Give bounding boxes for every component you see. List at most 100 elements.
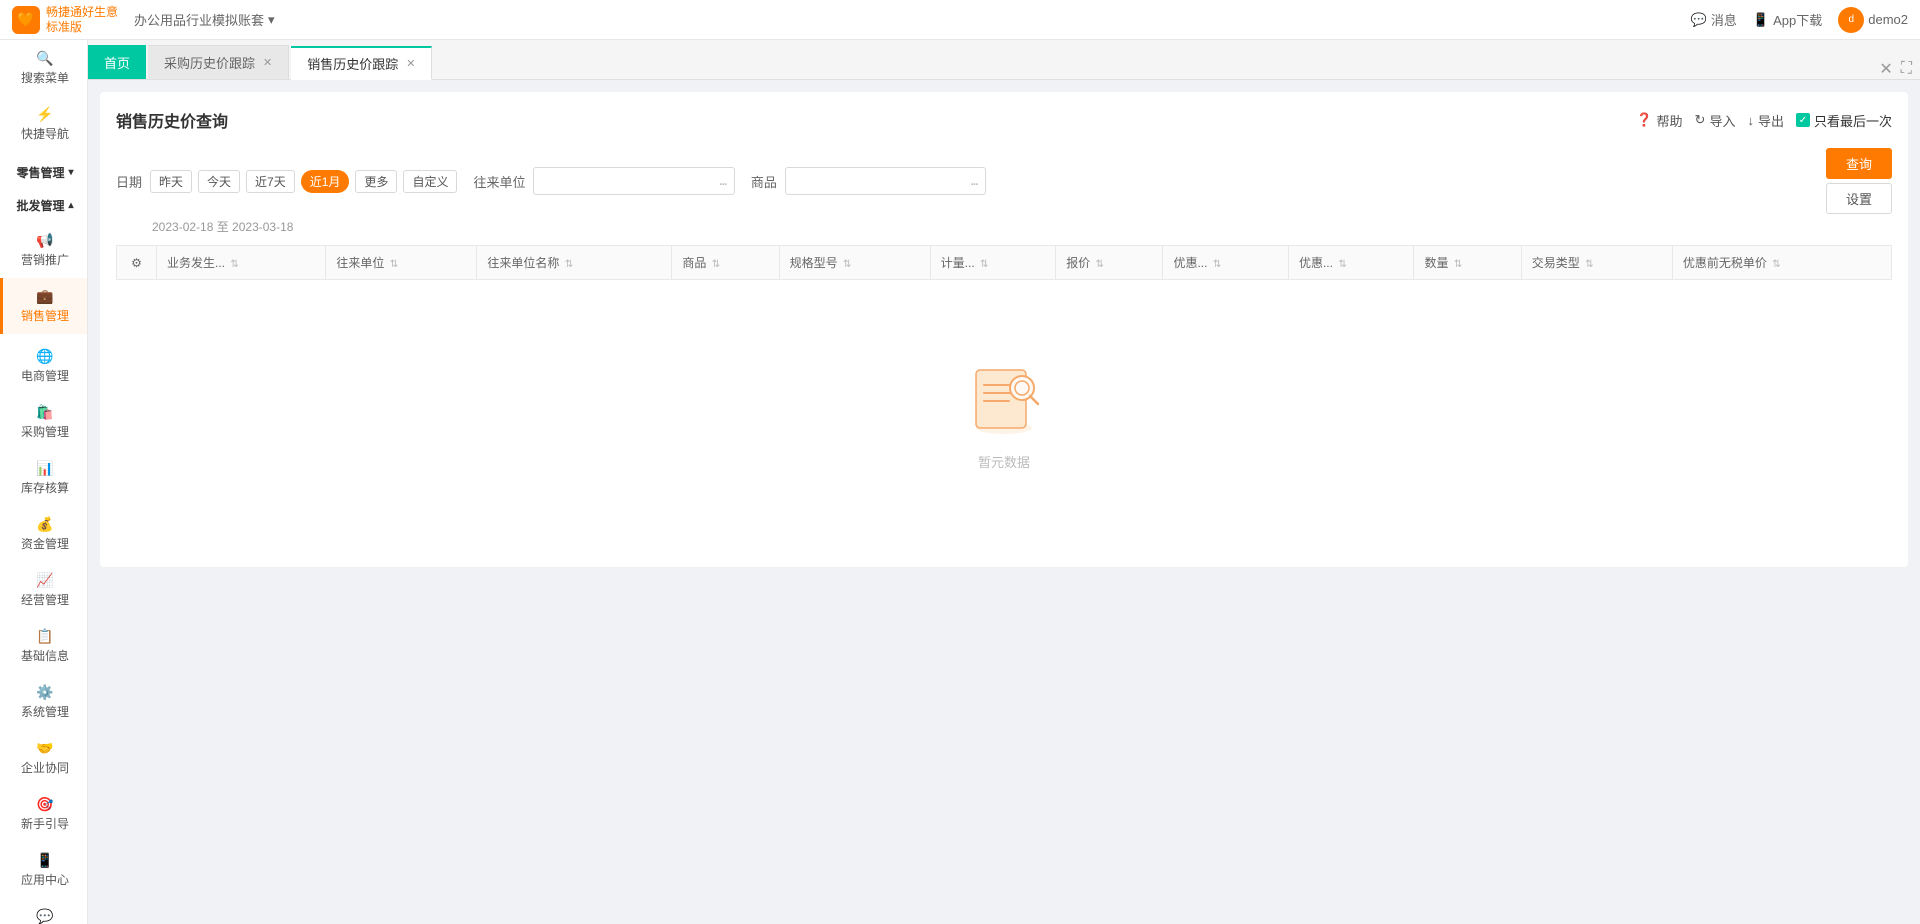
- col-biz-date[interactable]: 业务发生... ⇅: [157, 246, 326, 280]
- sort-icon: ⇅: [230, 259, 238, 270]
- product-filter-group: 商品 ...: [751, 167, 986, 195]
- col-quantity[interactable]: 数量 ⇅: [1414, 246, 1521, 280]
- top-bar-right: 💬 消息 📱 App下载 d demo2: [1691, 7, 1908, 33]
- sidebar-item-beginner[interactable]: 🎯 新手引导: [0, 786, 87, 842]
- date-btn-today[interactable]: 今天: [198, 170, 240, 193]
- col-discount2[interactable]: 优惠... ⇅: [1288, 246, 1414, 280]
- basic-info-icon: 📋: [36, 628, 53, 645]
- import-action[interactable]: ↻ 导入: [1695, 111, 1736, 130]
- tab-close-sales[interactable]: ✕: [406, 57, 415, 70]
- date-range-display: 2023-02-18 至 2023-03-18: [152, 218, 1892, 235]
- sort-icon: ⇅: [980, 259, 988, 270]
- date-btn-yesterday[interactable]: 昨天: [150, 170, 192, 193]
- sidebar-label: 营销推广: [21, 251, 69, 268]
- col-product[interactable]: 商品 ⇅: [672, 246, 779, 280]
- sidebar-item-wholesale-mgmt[interactable]: 批发管理 ▴: [0, 189, 87, 222]
- export-action[interactable]: ↓ 导出: [1747, 111, 1784, 130]
- settings-button[interactable]: 设置: [1826, 183, 1892, 214]
- chevron-down-icon: ▾: [268, 12, 275, 28]
- product-input[interactable]: [794, 174, 970, 189]
- sidebar-item-quick-nav[interactable]: ⚡ 快捷导航: [0, 96, 87, 152]
- col-discount1[interactable]: 优惠... ⇅: [1163, 246, 1289, 280]
- tab-purchase-history[interactable]: 采购历史价跟踪 ✕: [148, 45, 289, 79]
- collab-icon: 🤝: [36, 740, 53, 757]
- col-quoted-price[interactable]: 报价 ⇅: [1056, 246, 1163, 280]
- sidebar-item-sales-mgmt[interactable]: 💼 销售管理: [0, 278, 87, 334]
- sort-icon: ⇅: [390, 259, 398, 270]
- sort-icon: ⇅: [1772, 259, 1780, 270]
- help-action[interactable]: ❓ 帮助: [1636, 111, 1682, 130]
- col-unit[interactable]: 计量... ⇅: [930, 246, 1056, 280]
- logo-area: 🧡 畅捷通好生意 标准版: [12, 5, 118, 34]
- query-button[interactable]: 查询: [1826, 148, 1892, 179]
- wechat-icon: 💬: [36, 908, 53, 924]
- message-nav[interactable]: 💬 消息: [1691, 10, 1737, 29]
- sidebar-item-search-menu[interactable]: 🔍 搜索菜单: [0, 40, 87, 96]
- sidebar-item-app-center[interactable]: 📱 应用中心: [0, 842, 87, 898]
- col-partner-name[interactable]: 往来单位名称 ⇅: [477, 246, 672, 280]
- date-range-text: 2023-02-18 至 2023-03-18: [152, 220, 293, 234]
- app-download-label: App下载: [1773, 10, 1822, 29]
- sort-icon: ⇅: [565, 259, 573, 270]
- sidebar-item-system[interactable]: ⚙️ 系统管理: [0, 674, 87, 730]
- app-center-icon: 📱: [36, 852, 53, 869]
- sidebar-item-ecommerce[interactable]: 🌐 电商管理: [0, 338, 87, 394]
- col-partner-name-label: 往来单位名称: [487, 256, 559, 270]
- table-head: ⚙ 业务发生... ⇅ 往来单位 ⇅ 往来单位名称: [117, 246, 1892, 280]
- sidebar-label: 批发管理: [16, 197, 64, 214]
- partner-label: 往来单位: [473, 172, 525, 191]
- col-settings[interactable]: ⚙: [117, 246, 157, 280]
- help-label: 帮助: [1657, 111, 1683, 130]
- import-icon: ↻: [1695, 112, 1706, 128]
- app-download-nav[interactable]: 📱 App下载: [1753, 10, 1822, 29]
- app-selector[interactable]: 办公用品行业模拟账套 ▾: [126, 10, 283, 29]
- sidebar-item-enterprise-wechat[interactable]: 💬 企业微信: [0, 898, 87, 924]
- col-partner-code-label: 往来单位: [336, 256, 384, 270]
- sidebar-item-inventory[interactable]: 📊 库存核算: [0, 450, 87, 506]
- date-btn-more[interactable]: 更多: [355, 170, 397, 193]
- data-table: ⚙ 业务发生... ⇅ 往来单位 ⇅ 往来单位名称: [116, 245, 1892, 280]
- product-label: 商品: [751, 172, 777, 191]
- search-icon: 🔍: [36, 50, 53, 67]
- col-pretax-price[interactable]: 优惠前无税单价 ⇅: [1672, 246, 1891, 280]
- partner-input-field[interactable]: ...: [533, 167, 734, 195]
- date-filter-group: 日期 昨天 今天 近7天 近1月 更多 自定义: [116, 170, 457, 193]
- date-btn-custom[interactable]: 自定义: [403, 170, 457, 193]
- date-btn-1month[interactable]: 近1月: [301, 170, 350, 193]
- sidebar-label: 企业协同: [21, 759, 69, 776]
- beginner-icon: 🎯: [36, 796, 53, 813]
- system-icon: ⚙️: [36, 684, 53, 701]
- tab-expand-action[interactable]: ⛶: [1901, 60, 1912, 78]
- tab-close-purchase[interactable]: ✕: [263, 56, 272, 69]
- avatar: d: [1838, 7, 1864, 33]
- only-last-checkbox[interactable]: ✓ 只看最后一次: [1796, 111, 1892, 130]
- sidebar-label: 采购管理: [21, 423, 69, 440]
- user-profile[interactable]: d demo2: [1838, 7, 1908, 33]
- col-partner-code[interactable]: 往来单位 ⇅: [326, 246, 477, 280]
- col-spec[interactable]: 规格型号 ⇅: [779, 246, 930, 280]
- ecommerce-icon: 🌐: [36, 348, 53, 365]
- sidebar-item-retail-mgmt[interactable]: 零售管理 ▾: [0, 156, 87, 189]
- home-tab-label: 首页: [104, 53, 130, 72]
- sales-tab-label: 销售历史价跟踪: [307, 54, 398, 73]
- sidebar-item-finance[interactable]: 💰 资金管理: [0, 506, 87, 562]
- username-label: demo2: [1868, 12, 1908, 27]
- sidebar-item-marketing[interactable]: 📢 营销推广: [0, 222, 87, 278]
- partner-input[interactable]: [542, 174, 718, 189]
- product-input-field[interactable]: ...: [785, 167, 986, 195]
- col-trade-type[interactable]: 交易类型 ⇅: [1521, 246, 1672, 280]
- message-label: 消息: [1711, 10, 1737, 29]
- sidebar-item-enterprise-collab[interactable]: 🤝 企业协同: [0, 730, 87, 786]
- sidebar-item-operations[interactable]: 📈 经营管理: [0, 562, 87, 618]
- top-bar: 🧡 畅捷通好生意 标准版 办公用品行业模拟账套 ▾ 💬 消息 📱 App下载 d…: [0, 0, 1920, 40]
- sidebar-item-basic-info[interactable]: 📋 基础信息: [0, 618, 87, 674]
- sidebar-label: 库存核算: [21, 479, 69, 496]
- import-label: 导入: [1709, 111, 1735, 130]
- tab-home[interactable]: 首页: [88, 45, 146, 79]
- sidebar-item-purchase[interactable]: 🛍️ 采购管理: [0, 394, 87, 450]
- tab-close-action[interactable]: ✕: [1879, 59, 1892, 79]
- filter-row-1: 日期 昨天 今天 近7天 近1月 更多 自定义 往来单位: [116, 148, 1892, 214]
- date-btn-7days[interactable]: 近7天: [246, 170, 295, 193]
- tab-sales-history[interactable]: 销售历史价跟踪 ✕: [291, 46, 432, 80]
- empty-state: 暂元数据: [116, 280, 1892, 551]
